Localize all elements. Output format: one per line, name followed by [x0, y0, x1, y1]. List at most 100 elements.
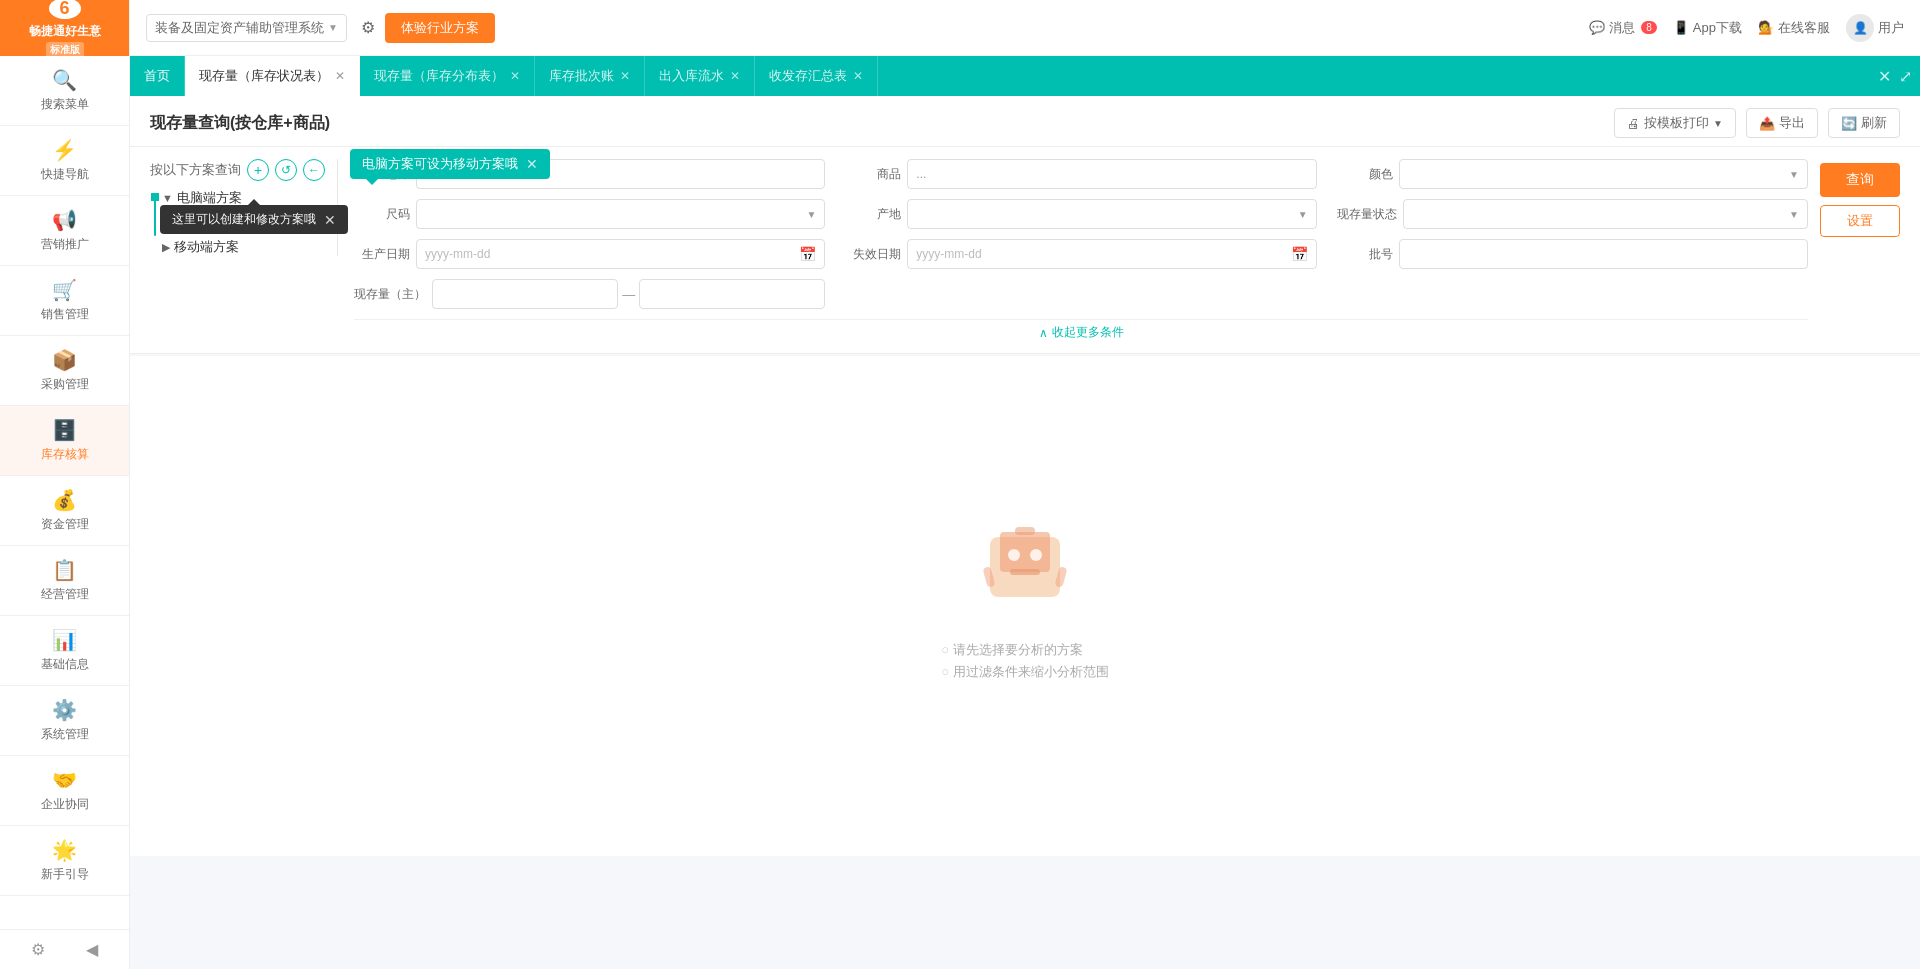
scheme-mobile-toggle[interactable]: ▶ 移动端方案: [162, 238, 325, 256]
purchase-icon: 📦: [52, 348, 77, 372]
message-btn[interactable]: 💬 消息 8: [1589, 19, 1657, 37]
page-actions: 🖨 按模板打印 ▼ 📤 导出 🔄 刷新: [1614, 108, 1900, 138]
sidebar-item-guide[interactable]: 🌟 新手引导: [0, 826, 129, 896]
production-date-placeholder: yyyy-mm-dd: [425, 247, 490, 261]
empty-state: 请先选择要分析的方案 用过滤条件来缩小分析范围: [941, 447, 1108, 765]
finance-icon: 💰: [52, 488, 77, 512]
system-selector[interactable]: 装备及固定资产辅助管理系统 ▼: [146, 14, 347, 42]
export-btn[interactable]: 📤 导出: [1746, 108, 1818, 138]
sidebar-logo: 6 畅捷通好生意 标准版: [0, 0, 129, 56]
range-separator: —: [622, 287, 635, 302]
sidebar-item-operation[interactable]: 📋 经营管理: [0, 546, 129, 616]
expiry-date-input[interactable]: yyyy-mm-dd 📅: [907, 239, 1316, 269]
sidebar-label-operation: 经营管理: [41, 586, 89, 603]
sidebar-item-search[interactable]: 🔍 搜索菜单: [0, 56, 129, 126]
logo-text: 畅捷通好生意: [29, 23, 101, 40]
stock-qty-min-input[interactable]: [432, 279, 618, 309]
print-btn-label: 按模板打印: [1644, 114, 1709, 132]
tab-expand-btn[interactable]: ⤢: [1899, 67, 1912, 86]
tooltip2-text: 这里可以创建和修改方案哦: [172, 211, 316, 228]
sidebar-item-inventory[interactable]: 🗄️ 库存核算: [0, 406, 129, 476]
sidebar-item-enterprise[interactable]: 🤝 企业协同: [0, 756, 129, 826]
tab-close-inventory-dist[interactable]: ✕: [510, 69, 520, 83]
sidebar-item-basic[interactable]: 📊 基础信息: [0, 616, 129, 686]
tab-inventory-status[interactable]: 现存量（库存状况表） ✕: [185, 56, 360, 96]
scheme-line: [154, 195, 156, 236]
export-icon: 📤: [1759, 116, 1775, 131]
print-btn[interactable]: 🖨 按模板打印 ▼: [1614, 108, 1736, 138]
filter-refresh-btn[interactable]: ↺: [275, 159, 297, 181]
tab-inventory-dist[interactable]: 现存量（库存分布表） ✕: [360, 56, 535, 96]
tabs-bar: 首页 现存量（库存状况表） ✕ 现存量（库存分布表） ✕ 库存批次账 ✕ 出入库…: [130, 56, 1920, 96]
filter-field-product: 商品 ...: [845, 159, 1316, 189]
app-download-btn[interactable]: 📱 App下载: [1673, 19, 1742, 37]
system-name: 装备及固定资产辅助管理系统: [155, 19, 324, 37]
filter-add-scheme-btn[interactable]: +: [247, 159, 269, 181]
production-date-label: 生产日期: [354, 246, 410, 263]
tab-close-inout-flow[interactable]: ✕: [730, 69, 740, 83]
sidebar-item-system[interactable]: ⚙️ 系统管理: [0, 686, 129, 756]
refresh-btn[interactable]: 🔄 刷新: [1828, 108, 1900, 138]
tab-close-receipt-summary[interactable]: ✕: [853, 69, 863, 83]
sidebar: 6 畅捷通好生意 标准版 🔍 搜索菜单 ⚡ 快捷导航 📢 营销推广 🛒 销售管理…: [0, 0, 130, 969]
tab-home[interactable]: 首页: [130, 56, 185, 96]
tab-batch-ledger[interactable]: 库存批次账 ✕: [535, 56, 645, 96]
batch-label: 批号: [1337, 246, 1393, 263]
tab-close-inventory-status[interactable]: ✕: [335, 69, 345, 83]
sidebar-item-finance[interactable]: 💰 资金管理: [0, 476, 129, 546]
print-dropdown-icon: ▼: [1713, 118, 1723, 129]
scheme-mobile-label: 移动端方案: [174, 238, 239, 256]
empty-step-2: 用过滤条件来缩小分析范围: [941, 663, 1108, 681]
scheme-dot: [151, 193, 159, 201]
filter-prev-btn[interactable]: ←: [303, 159, 325, 181]
mobile-arrow: ▶: [162, 241, 170, 254]
phone-icon: 📱: [1673, 20, 1689, 35]
stock-status-input[interactable]: ▼: [1403, 199, 1808, 229]
collapse-label: 收起更多条件: [1052, 324, 1124, 341]
query-btn[interactable]: 查询: [1820, 163, 1900, 197]
empty-state-area: 请先选择要分析的方案 用过滤条件来缩小分析范围: [130, 356, 1920, 856]
reset-btn[interactable]: 设置: [1820, 205, 1900, 237]
tab-close-batch-ledger[interactable]: ✕: [620, 69, 630, 83]
settings-gear-icon[interactable]: ⚙: [361, 18, 375, 37]
batch-input[interactable]: [1399, 239, 1808, 269]
tab-inout-flow[interactable]: 出入库流水 ✕: [645, 56, 755, 96]
sidebar-label-basic: 基础信息: [41, 656, 89, 673]
sidebar-collapse-btn[interactable]: ◀: [86, 940, 98, 959]
sidebar-item-marketing[interactable]: 📢 营销推广: [0, 196, 129, 266]
filter-field-origin: 产地 ▼: [845, 199, 1316, 229]
color-input[interactable]: ▼: [1399, 159, 1808, 189]
tab-receipt-summary[interactable]: 收发存汇总表 ✕: [755, 56, 878, 96]
tooltip1-close[interactable]: ✕: [526, 156, 538, 172]
message-label: 消息: [1609, 19, 1635, 37]
filter-field-size: 尺码 ▼: [354, 199, 825, 229]
stock-status-dropdown-icon: ▼: [1789, 209, 1799, 220]
color-label: 颜色: [1337, 166, 1393, 183]
production-date-input[interactable]: yyyy-mm-dd 📅: [416, 239, 825, 269]
origin-input[interactable]: ▼: [907, 199, 1316, 229]
main-content: 现存量查询(按仓库+商品) 🖨 按模板打印 ▼ 📤 导出 🔄 刷新 按以下方案查…: [130, 96, 1920, 969]
sidebar-item-sales[interactable]: 🛒 销售管理: [0, 266, 129, 336]
sidebar-nav: 🔍 搜索菜单 ⚡ 快捷导航 📢 营销推广 🛒 销售管理 📦 采购管理 🗄️ 库存…: [0, 56, 129, 929]
collapse-row[interactable]: ∧ 收起更多条件: [354, 319, 1808, 345]
tab-close-all-btn[interactable]: ✕: [1878, 67, 1891, 86]
sidebar-settings-btn[interactable]: ⚙: [31, 940, 45, 959]
system-dropdown-icon: ▼: [328, 22, 338, 33]
tab-batch-ledger-label: 库存批次账: [549, 67, 614, 85]
stock-qty-max-input[interactable]: [639, 279, 825, 309]
size-input[interactable]: ▼: [416, 199, 825, 229]
user-menu[interactable]: 👤 用户: [1846, 14, 1904, 42]
page-header: 现存量查询(按仓库+商品) 🖨 按模板打印 ▼ 📤 导出 🔄 刷新: [130, 96, 1920, 147]
header: 装备及固定资产辅助管理系统 ▼ ⚙ 体验行业方案 💬 消息 8 📱 App下载 …: [130, 0, 1920, 56]
tab-inout-flow-label: 出入库流水: [659, 67, 724, 85]
trial-btn[interactable]: 体验行业方案: [385, 13, 495, 43]
sidebar-item-nav[interactable]: ⚡ 快捷导航: [0, 126, 129, 196]
sidebar-label-purchase: 采购管理: [41, 376, 89, 393]
product-input[interactable]: ...: [907, 159, 1316, 189]
tooltip2-close[interactable]: ✕: [324, 212, 336, 228]
expiry-date-icon: 📅: [1291, 246, 1308, 262]
tooltip-create-scheme: 这里可以创建和修改方案哦 ✕: [160, 205, 348, 234]
production-date-icon: 📅: [799, 246, 816, 262]
sidebar-item-purchase[interactable]: 📦 采购管理: [0, 336, 129, 406]
online-support-btn[interactable]: 💁 在线客服: [1758, 19, 1830, 37]
